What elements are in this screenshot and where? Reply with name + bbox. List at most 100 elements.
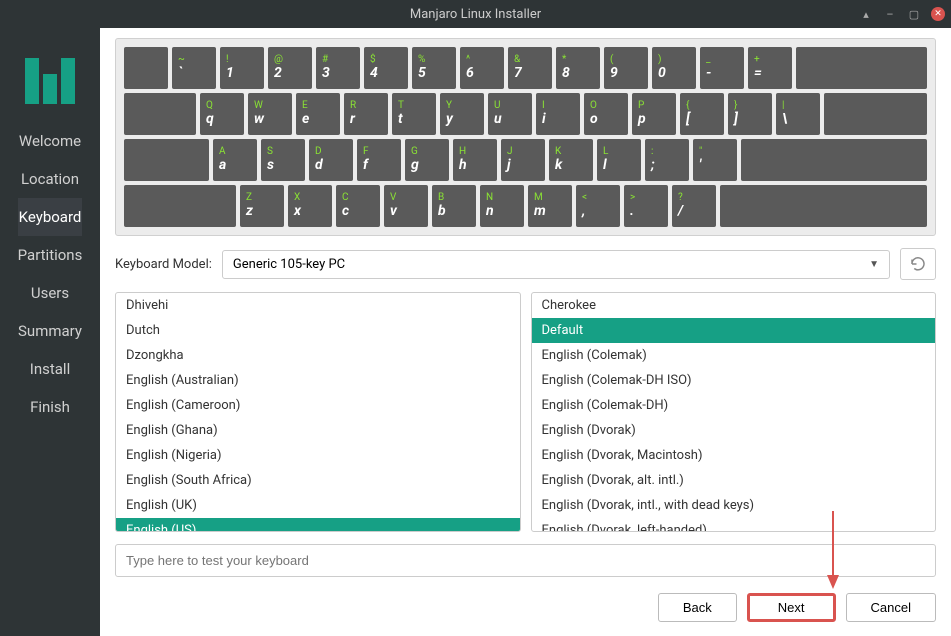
next-button[interactable]: Next	[747, 593, 836, 622]
key-e: Ee	[296, 93, 340, 135]
key-0: )0	[652, 47, 696, 89]
key-y: Yy	[440, 93, 484, 135]
key-2: @2	[268, 47, 312, 89]
key-k: Kk	[549, 139, 593, 181]
key-m: Mm	[528, 185, 572, 227]
key-6: ^6	[460, 47, 504, 89]
key-modifier	[796, 47, 927, 89]
cancel-button[interactable]: Cancel	[846, 593, 936, 622]
minimize-icon[interactable]: –	[883, 7, 897, 21]
key-modifier	[124, 185, 236, 227]
manjaro-logo	[22, 48, 78, 104]
list-item[interactable]: English (Dvorak)	[532, 418, 936, 443]
key-`: ~`	[172, 47, 216, 89]
list-item[interactable]: English (Dvorak, intl., with dead keys)	[532, 493, 936, 518]
key-d: Dd	[309, 139, 353, 181]
list-item[interactable]: English (South Africa)	[116, 468, 520, 493]
list-item[interactable]: English (UK)	[116, 493, 520, 518]
layout-listbox[interactable]: DhivehiDutchDzongkhaEnglish (Australian)…	[115, 292, 521, 532]
key-u: Uu	[488, 93, 532, 135]
keyboard-model-label: Keyboard Model:	[115, 257, 212, 272]
list-item[interactable]: Dzongkha	[116, 343, 520, 368]
key-1: !1	[220, 47, 264, 89]
key-w: Ww	[248, 93, 292, 135]
key-]: }]	[728, 93, 772, 135]
key-o: Oo	[584, 93, 628, 135]
sidebar-item-keyboard[interactable]: Keyboard	[18, 198, 83, 236]
list-item[interactable]: English (Cameroon)	[116, 393, 520, 418]
keep-above-icon[interactable]: ▴	[859, 7, 873, 21]
reset-button[interactable]	[900, 248, 936, 280]
key-/: ?/	[672, 185, 716, 227]
window-title: Manjaro Linux Installer	[410, 7, 541, 22]
list-item[interactable]: English (Colemak-DH)	[532, 393, 936, 418]
key--: _-	[700, 47, 744, 89]
maximize-icon[interactable]: ▢	[907, 7, 921, 21]
sidebar: WelcomeLocationKeyboardPartitionsUsersSu…	[0, 28, 100, 636]
list-item[interactable]: English (Ghana)	[116, 418, 520, 443]
key-[: {[	[680, 93, 724, 135]
list-item[interactable]: English (Dvorak, left-handed)	[532, 518, 936, 532]
keyboard-model-select[interactable]: Generic 105-key PC ▼	[222, 250, 890, 279]
key-g: Gg	[405, 139, 449, 181]
list-item[interactable]: Dhivehi	[116, 293, 520, 318]
content-area: ~`!1@2#3$4%5^6&7*8(9)0_-+=QqWwEeRrTtYyUu…	[100, 28, 951, 636]
key-r: Rr	[344, 93, 388, 135]
variant-listbox[interactable]: CherokeeDefaultEnglish (Colemak)English …	[531, 292, 937, 532]
key-;: :;	[645, 139, 689, 181]
key-7: &7	[508, 47, 552, 89]
key-modifier	[124, 47, 168, 89]
key-modifier	[824, 93, 927, 135]
key-z: Zz	[240, 185, 284, 227]
sidebar-item-install[interactable]: Install	[18, 350, 83, 388]
key-modifier	[741, 139, 927, 181]
key-p: Pp	[632, 93, 676, 135]
sidebar-item-users[interactable]: Users	[18, 274, 83, 312]
key-f: Ff	[357, 139, 401, 181]
sidebar-item-location[interactable]: Location	[18, 160, 83, 198]
key-': "'	[693, 139, 737, 181]
key-b: Bb	[432, 185, 476, 227]
key-a: Aa	[213, 139, 257, 181]
list-item[interactable]: English (Nigeria)	[116, 443, 520, 468]
test-keyboard-input[interactable]	[115, 544, 936, 577]
list-item[interactable]: Cherokee	[532, 293, 936, 318]
sidebar-item-finish[interactable]: Finish	[18, 388, 83, 426]
key-9: (9	[604, 47, 648, 89]
list-item[interactable]: English (US)	[116, 518, 520, 532]
dropdown-arrow-icon: ▼	[869, 259, 879, 270]
list-item[interactable]: English (Colemak-DH ISO)	[532, 368, 936, 393]
close-icon[interactable]: ✕	[931, 7, 945, 21]
key-modifier	[124, 93, 196, 135]
key-4: $4	[364, 47, 408, 89]
key-v: Vv	[384, 185, 428, 227]
back-button[interactable]: Back	[658, 593, 737, 622]
key-x: Xx	[288, 185, 332, 227]
key-i: Ii	[536, 93, 580, 135]
list-item[interactable]: Default	[532, 318, 936, 343]
titlebar: Manjaro Linux Installer ▴ – ▢ ✕	[0, 0, 951, 28]
list-item[interactable]: English (Australian)	[116, 368, 520, 393]
key-n: Nn	[480, 185, 524, 227]
key-3: #3	[316, 47, 360, 89]
key-j: Jj	[501, 139, 545, 181]
list-item[interactable]: English (Dvorak, alt. intl.)	[532, 468, 936, 493]
key-=: +=	[748, 47, 792, 89]
window-controls: ▴ – ▢ ✕	[859, 7, 945, 21]
key-.: >.	[624, 185, 668, 227]
sidebar-item-welcome[interactable]: Welcome	[18, 122, 83, 160]
list-item[interactable]: Dutch	[116, 318, 520, 343]
sidebar-item-partitions[interactable]: Partitions	[18, 236, 83, 274]
keyboard-preview: ~`!1@2#3$4%5^6&7*8(9)0_-+=QqWwEeRrTtYyUu…	[100, 28, 951, 242]
key-q: Qq	[200, 93, 244, 135]
list-item[interactable]: English (Colemak)	[532, 343, 936, 368]
list-item[interactable]: English (Dvorak, Macintosh)	[532, 443, 936, 468]
key-,: <,	[576, 185, 620, 227]
key-c: Cc	[336, 185, 380, 227]
sidebar-item-summary[interactable]: Summary	[18, 312, 83, 350]
key-l: Ll	[597, 139, 641, 181]
nav-list: WelcomeLocationKeyboardPartitionsUsersSu…	[18, 122, 83, 426]
key-h: Hh	[453, 139, 497, 181]
key-8: *8	[556, 47, 600, 89]
key-modifier	[720, 185, 927, 227]
